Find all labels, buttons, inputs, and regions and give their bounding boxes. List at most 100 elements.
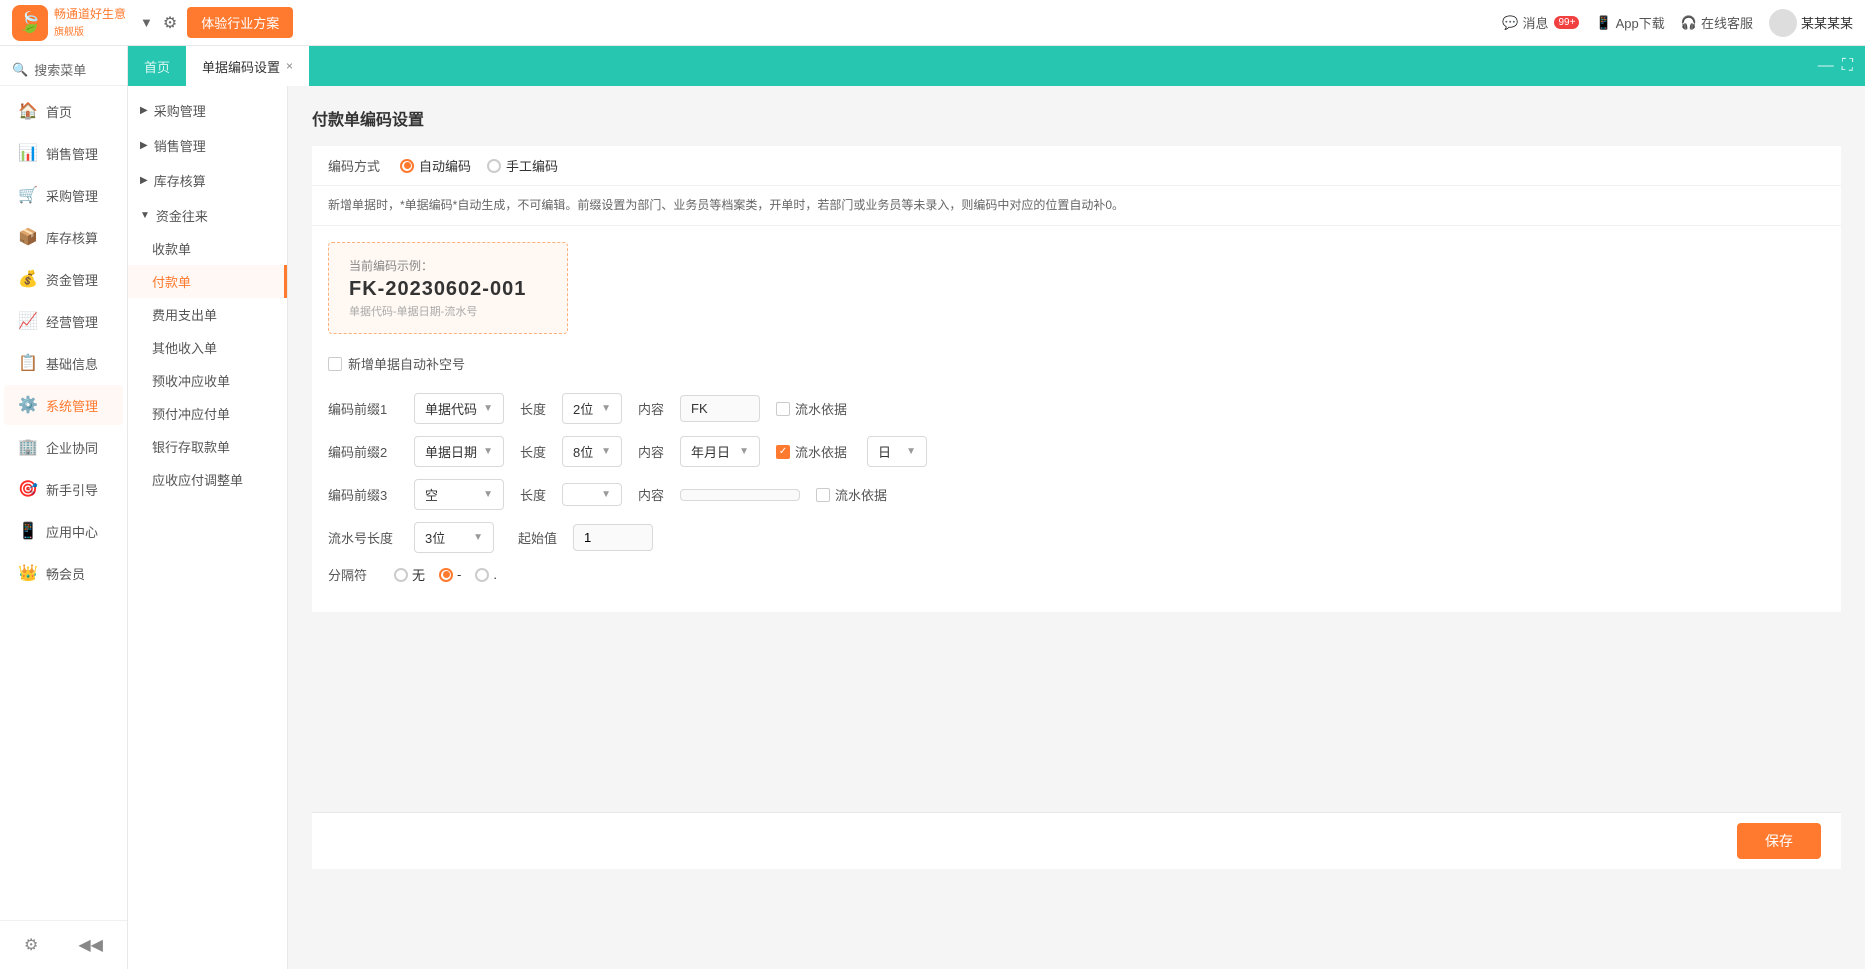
sidebar-item-purchase[interactable]: 🛒 采购管理: [4, 175, 123, 215]
group-finance-header[interactable]: ▼ 资金往来: [128, 199, 287, 232]
message-icon: 💬: [1502, 15, 1518, 31]
sidebar-item-label: 首页: [46, 102, 72, 121]
page-title: 付款单编码设置: [312, 106, 1841, 130]
message-badge: 99+: [1554, 16, 1579, 29]
prefix3-select-value: 空: [425, 485, 438, 504]
dropdown-chevron-icon: ▼: [140, 15, 153, 30]
sidebar-item-apps[interactable]: 📱 应用中心: [4, 511, 123, 551]
tab-encoding[interactable]: 单据编码设置 ×: [186, 46, 309, 86]
prefix1-serial-checkbox[interactable]: [776, 402, 790, 416]
sidebar-item-bank[interactable]: 银行存取款单: [128, 430, 287, 463]
prefix3-length-label: 长度: [520, 485, 546, 504]
message-item[interactable]: 💬 消息 99+: [1502, 13, 1579, 32]
bottom-bar: 保存: [312, 812, 1841, 869]
sep-none-option[interactable]: 无: [394, 565, 425, 584]
chevron-right-icon: ▶: [140, 140, 148, 151]
topbar-dropdown[interactable]: ▼: [140, 15, 153, 30]
sidebar-item-prepaid-recv[interactable]: 预收冲应收单: [128, 364, 287, 397]
prefix1-serial-check: 流水依据: [776, 399, 847, 418]
chevron-down-icon: ▼: [483, 446, 493, 457]
sidebar-item-basic[interactable]: 📋 基础信息: [4, 343, 123, 383]
page-content: 付款单编码设置 编码方式 自动编码 手工编码: [288, 86, 1865, 969]
manual-code-radio[interactable]: [487, 159, 501, 173]
group-inventory-header[interactable]: ▶ 库存核算: [128, 164, 287, 197]
manual-code-option[interactable]: 手工编码: [487, 156, 558, 175]
sidebar-item-prepaid-pay[interactable]: 预付冲应付单: [128, 397, 287, 430]
sep-dot-option[interactable]: .: [475, 567, 497, 582]
chevron-down-icon: ▼: [140, 210, 150, 221]
sep-dash-option[interactable]: -: [439, 567, 461, 582]
config-row-3: 编码前缀3 空 ▼ 长度 ▼ 内容: [328, 479, 1825, 510]
logo-icon: 🍃: [12, 5, 48, 41]
topbar-right: 💬 消息 99+ 📱 App下载 🎧 在线客服 某某某某: [1502, 9, 1853, 37]
sep-dot-radio[interactable]: [475, 568, 489, 582]
auto-fill-row: 新增单据自动补空号: [312, 350, 1841, 385]
start-value-input[interactable]: [573, 524, 653, 551]
group-sales-header[interactable]: ▶ 销售管理: [128, 129, 287, 162]
tab-maximize-btn[interactable]: ⛶: [1842, 57, 1853, 75]
sidebar-item-system[interactable]: ⚙️ 系统管理: [4, 385, 123, 425]
sep-dash-radio[interactable]: [439, 568, 453, 582]
sidebar-item-member[interactable]: 👑 畅会员: [4, 553, 123, 593]
sidebar-item-finance[interactable]: 💰 资金管理: [4, 259, 123, 299]
prefix3-serial-checkbox[interactable]: [816, 488, 830, 502]
collapse-icon[interactable]: ◀◀: [72, 929, 109, 961]
prefix1-length-select[interactable]: 2位 ▼: [562, 393, 622, 424]
message-label: 消息: [1522, 13, 1548, 32]
sidebar-item-expense[interactable]: 费用支出单: [128, 298, 287, 331]
preview-box: 当前编码示例： FK-20230602-001 单据代码-单据日期-流水号: [328, 242, 568, 334]
auto-code-option[interactable]: 自动编码: [400, 156, 471, 175]
sidebar-item-enterprise[interactable]: 🏢 企业协同: [4, 427, 123, 467]
settings-icon[interactable]: ⚙: [18, 929, 44, 961]
sidebar-item-inventory[interactable]: 📦 库存核算: [4, 217, 123, 257]
basic-icon: 📋: [18, 353, 38, 373]
prefix1-select[interactable]: 单据代码 ▼: [414, 393, 504, 424]
sidebar-item-label: 库存核算: [46, 228, 98, 247]
tab-close-btn[interactable]: ×: [286, 59, 293, 73]
sidebar-item-payment[interactable]: 付款单: [128, 265, 287, 298]
auto-code-radio[interactable]: [400, 159, 414, 173]
logo-sub-text: 旗舰版: [54, 23, 126, 38]
sidebar-item-operations[interactable]: 📈 经营管理: [4, 301, 123, 341]
serial-length-value: 3位: [425, 528, 445, 547]
prefix3-length-select[interactable]: ▼: [562, 483, 622, 506]
home-icon: 🏠: [18, 101, 38, 121]
sidebar-item-adj[interactable]: 应收应付调整单: [128, 463, 287, 496]
sidebar-item-guide[interactable]: 🎯 新手引导: [4, 469, 123, 509]
sidebar-item-label: 基础信息: [46, 354, 98, 373]
topbar-middle: ▼ ⚙ 体验行业方案: [140, 7, 1502, 38]
online-service-item[interactable]: 🎧 在线客服: [1681, 13, 1753, 32]
sidebar-item-other-income[interactable]: 其他收入单: [128, 331, 287, 364]
prefix2-select[interactable]: 单据日期 ▼: [414, 436, 504, 467]
sidebar-item-sales[interactable]: 📊 销售管理: [4, 133, 123, 173]
app-download-label: App下载: [1616, 13, 1665, 32]
save-button[interactable]: 保存: [1737, 823, 1821, 859]
prefix3-select[interactable]: 空 ▼: [414, 479, 504, 510]
sales-icon: 📊: [18, 143, 38, 163]
member-icon: 👑: [18, 563, 38, 583]
prefix2-serial-checkbox[interactable]: ✓: [776, 445, 790, 459]
experience-btn[interactable]: 体验行业方案: [187, 7, 293, 38]
user-area[interactable]: 某某某某: [1769, 9, 1853, 37]
prefix2-serial-option-select[interactable]: 日 ▼: [867, 436, 927, 467]
gear-icon[interactable]: ⚙: [163, 13, 177, 33]
app-download-item[interactable]: 📱 App下载: [1595, 13, 1664, 32]
serial-length-select[interactable]: 3位 ▼: [414, 522, 494, 553]
group-purchase-header[interactable]: ▶ 采购管理: [128, 94, 287, 127]
sep-none-radio[interactable]: [394, 568, 408, 582]
chevron-right-icon: ▶: [140, 105, 148, 116]
sidebar-item-receipt[interactable]: 收款单: [128, 232, 287, 265]
item-label: 其他收入单: [152, 341, 217, 356]
sidebar-search[interactable]: 🔍 搜索菜单: [0, 54, 127, 86]
sidebar-item-home[interactable]: 🏠 首页: [4, 91, 123, 131]
prefix2-length-select[interactable]: 8位 ▼: [562, 436, 622, 467]
prefix2-content-select[interactable]: 年月日 ▼: [680, 436, 760, 467]
auto-code-label: 自动编码: [419, 156, 471, 175]
tab-minimize-btn[interactable]: —: [1818, 57, 1834, 75]
sidebar-item-label: 畅会员: [46, 564, 85, 583]
tab-home[interactable]: 首页: [128, 46, 186, 86]
chevron-down-icon: ▼: [601, 446, 611, 457]
tab-encoding-label: 单据编码设置: [202, 57, 280, 76]
auto-fill-checkbox[interactable]: [328, 357, 342, 371]
item-label: 银行存取款单: [152, 440, 230, 455]
